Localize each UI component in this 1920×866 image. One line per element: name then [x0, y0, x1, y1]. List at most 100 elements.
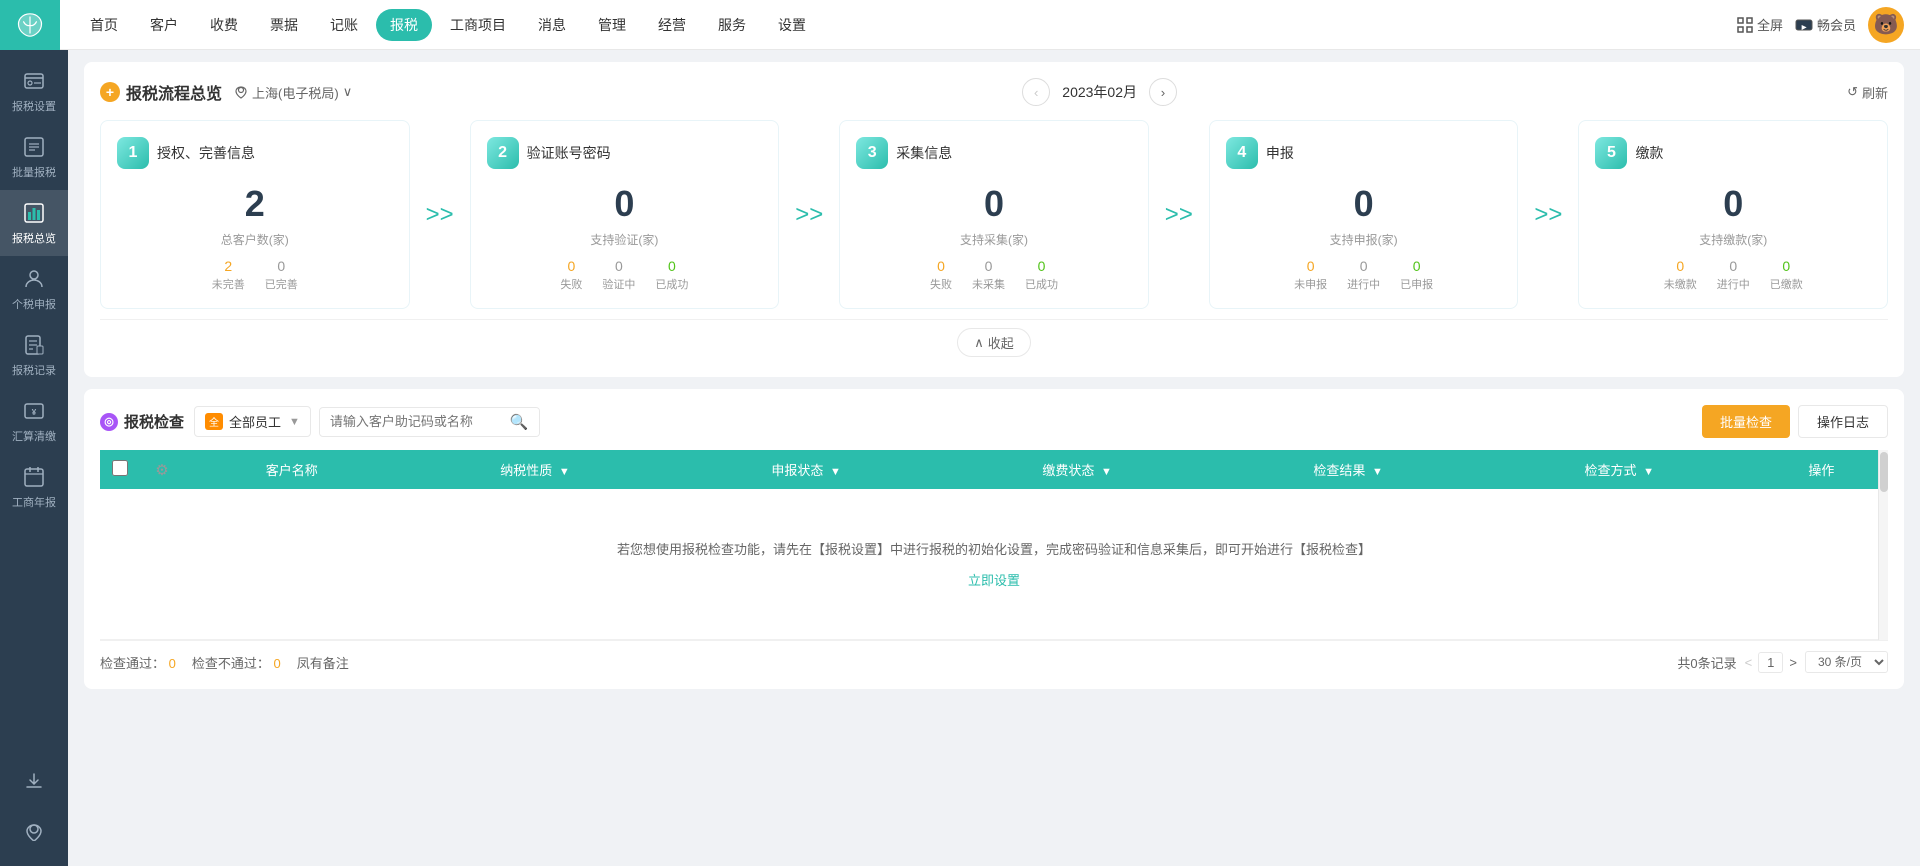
vip-button[interactable]: ▶ 畅会员 — [1795, 15, 1856, 34]
step-3-count: 0 — [856, 183, 1132, 225]
nav-fees[interactable]: 收费 — [196, 9, 252, 41]
first-page-button[interactable]: < — [1745, 655, 1753, 670]
step-4-stats: 0 未申报 0 进行中 0 已申报 — [1226, 258, 1502, 292]
sidebar-item-personal-tax[interactable]: 个税申报 — [0, 256, 68, 322]
sidebar-label-batch-tax: 批量报税 — [12, 164, 56, 180]
select-all-checkbox[interactable] — [112, 460, 128, 476]
column-settings-icon[interactable]: ⚙ — [155, 462, 168, 479]
current-month: 2023年02月 — [1062, 82, 1137, 102]
setup-link[interactable]: 立即设置 — [968, 573, 1020, 588]
page-size-select[interactable]: 30 条/页 — [1805, 651, 1888, 673]
action-buttons: 批量检查 操作日志 — [1702, 405, 1888, 438]
th-check-method: 检查方式 ▼ — [1484, 450, 1755, 489]
overview-title-group: + 报税流程总览 上海(电子税局) ∨ — [100, 80, 352, 104]
filter-group: 全 全部员工 ▼ 🔍 — [194, 406, 540, 437]
search-input[interactable] — [320, 409, 500, 434]
flow-card-collect: 3 采集信息 0 支持采集(家) 0 失败 0 未采集 — [839, 120, 1149, 309]
empty-state-row: 若您想使用报税检查功能，请先在【报税设置】中进行报税的初始化设置，完成密码验证和… — [100, 489, 1888, 640]
sidebar-item-tax-settings[interactable]: 报税设置 — [0, 58, 68, 124]
sidebar-item-annual-report[interactable]: 工商年报 — [0, 454, 68, 520]
tax-settings-icon — [21, 68, 47, 94]
step-4-stat-1: 0 进行中 — [1347, 258, 1380, 292]
annual-report-icon — [21, 464, 47, 490]
nav-customer[interactable]: 客户 — [136, 9, 192, 41]
app-logo[interactable] — [0, 0, 60, 50]
step-3: 3 — [856, 137, 888, 169]
step-4-desc: 支持申报(家) — [1330, 231, 1398, 248]
nav-manage[interactable]: 管理 — [584, 9, 640, 41]
sidebar-item-tax-overview[interactable]: 报税总览 — [0, 190, 68, 256]
nav-home[interactable]: 首页 — [76, 9, 132, 41]
nav-invoice[interactable]: 票据 — [256, 9, 312, 41]
step-2-stat-1: 0 验证中 — [602, 258, 635, 292]
th-operation: 操作 — [1755, 450, 1888, 489]
search-wrap: 🔍 — [319, 407, 540, 437]
operation-log-button[interactable]: 操作日志 — [1798, 405, 1888, 438]
current-page: 1 — [1758, 652, 1783, 673]
batch-check-button[interactable]: 批量检查 — [1702, 405, 1790, 438]
tax-check-title: ◎ 报税检查 — [100, 411, 184, 432]
collapse-button[interactable]: ∧ 收起 — [957, 328, 1031, 357]
step-3-stat-2: 0 已成功 — [1025, 258, 1058, 292]
step-4: 4 — [1226, 137, 1258, 169]
step-5-stats: 0 未缴款 0 进行中 0 已缴款 — [1595, 258, 1871, 292]
next-month-button[interactable]: › — [1149, 78, 1177, 106]
purple-dot-icon: ◎ — [100, 413, 118, 431]
flow-card-pay: 5 缴款 0 支持缴款(家) 0 未缴款 0 进行中 — [1578, 120, 1888, 309]
sidebar-label-tax-records: 报税记录 — [12, 362, 56, 378]
month-navigation: ‹ 2023年02月 › — [1022, 78, 1177, 106]
scrollbar-track[interactable] — [1878, 450, 1888, 640]
refresh-button[interactable]: ↺ 刷新 — [1847, 83, 1888, 102]
step-3-stat-1: 0 未采集 — [972, 258, 1005, 292]
tax-type-filter-icon[interactable]: ▼ — [559, 466, 570, 478]
step-2-stat-0: 0 失败 — [560, 258, 582, 292]
sidebar-item-location[interactable] — [17, 808, 51, 854]
failed-count[interactable]: 0 — [274, 656, 281, 671]
step-4-stat-2: 0 已申报 — [1400, 258, 1433, 292]
scrollbar-thumb — [1880, 452, 1888, 492]
employee-filter[interactable]: 全 全部员工 ▼ — [194, 406, 311, 437]
tax-overview-icon — [21, 200, 47, 226]
check-result-filter-icon[interactable]: ▼ — [1372, 466, 1383, 478]
location-badge[interactable]: 上海(电子税局) ∨ — [234, 83, 352, 102]
step-1-stat-1: 0 已完善 — [265, 258, 298, 292]
sidebar-item-tax-records[interactable]: 报税记录 — [0, 322, 68, 388]
location-icon — [21, 818, 47, 844]
check-method-filter-icon[interactable]: ▼ — [1643, 466, 1654, 478]
declare-filter-icon[interactable]: ▼ — [830, 466, 841, 478]
step-2-count: 0 — [487, 183, 763, 225]
nav-business[interactable]: 工商项目 — [436, 9, 520, 41]
avatar[interactable]: 🐻 — [1868, 7, 1904, 43]
footer-right: 共0条记录 < 1 > 30 条/页 — [1677, 651, 1888, 673]
vip-label: 畅会员 — [1817, 15, 1856, 34]
sidebar-item-download[interactable] — [17, 758, 51, 804]
nav-accounting[interactable]: 记账 — [316, 9, 372, 41]
next-page-button[interactable]: > — [1789, 655, 1797, 670]
nav-message[interactable]: 消息 — [524, 9, 580, 41]
passed-count[interactable]: 0 — [169, 656, 176, 671]
overview-title: + 报税流程总览 — [100, 80, 222, 104]
passed-label: 检查通过： 0 — [100, 653, 176, 672]
step-2-title: 验证账号密码 — [527, 137, 611, 163]
tax-check-header: ◎ 报税检查 全 全部员工 ▼ 🔍 批量检查 操作日志 — [100, 405, 1888, 438]
nav-operation[interactable]: 经营 — [644, 9, 700, 41]
top-navigation: 首页 客户 收费 票据 记账 报税 工商项目 消息 管理 经营 服务 设置 全屏… — [0, 0, 1920, 50]
batch-tax-icon — [21, 134, 47, 160]
pay-filter-icon[interactable]: ▼ — [1101, 466, 1112, 478]
main-content: + 报税流程总览 上海(电子税局) ∨ ‹ 2023年02月 — [68, 50, 1920, 866]
sidebar-item-batch-tax[interactable]: 批量报税 — [0, 124, 68, 190]
nav-settings[interactable]: 设置 — [764, 9, 820, 41]
step-3-stat-0: 0 失败 — [930, 258, 952, 292]
location-pin-icon — [234, 85, 248, 99]
fullscreen-button[interactable]: 全屏 — [1737, 15, 1783, 34]
search-button[interactable]: 🔍 — [500, 408, 539, 436]
nav-tax[interactable]: 报税 — [376, 9, 432, 41]
nav-service[interactable]: 服务 — [704, 9, 760, 41]
employee-tag: 全 — [205, 413, 223, 430]
step-5-title: 缴款 — [1635, 137, 1663, 163]
prev-month-button[interactable]: ‹ — [1022, 78, 1050, 106]
pagination: < 1 > — [1745, 652, 1797, 673]
sidebar-item-settlement[interactable]: ¥ 汇算清缴 — [0, 388, 68, 454]
dropdown-icon: ▼ — [289, 416, 300, 428]
table-footer: 检查通过： 0 检查不通过： 0 凤有备注 共0条记录 < 1 > — [100, 640, 1888, 673]
